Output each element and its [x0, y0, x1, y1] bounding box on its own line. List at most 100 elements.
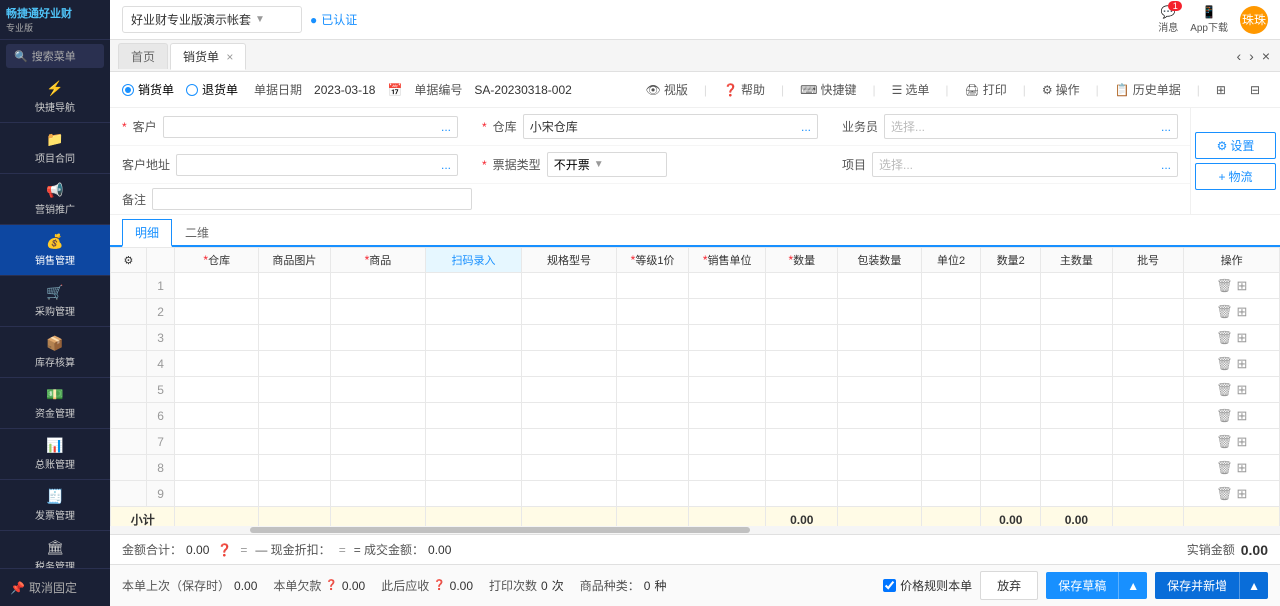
print-btn[interactable]: 🖨打印 [957, 78, 1015, 101]
row-barcode-2[interactable] [426, 299, 522, 325]
select-btn[interactable]: ☰选单 [884, 78, 938, 101]
row-delete-icon-8[interactable]: 🗑 [1216, 460, 1233, 476]
save-new-button[interactable]: 保存并新增 [1155, 572, 1239, 599]
tab-2d[interactable]: 二维 [172, 219, 222, 247]
row-delete-icon-9[interactable]: 🗑 [1216, 486, 1233, 502]
row-copy-icon-5[interactable]: ⊞ [1237, 382, 1248, 398]
sidebar-item-funds[interactable]: 💵 资金管理 [0, 378, 110, 429]
customer-dots[interactable]: ... [441, 120, 451, 134]
layout-btn-1[interactable]: ⊞ [1208, 80, 1234, 100]
help-icon-summary[interactable]: ❓ [217, 543, 232, 557]
row-product-2[interactable] [330, 299, 426, 325]
horizontal-scrollbar[interactable] [110, 526, 1280, 534]
project-dots[interactable]: ... [1161, 158, 1171, 172]
row-delete-icon-4[interactable]: 🗑 [1216, 356, 1233, 372]
row-delete-icon-7[interactable]: 🗑 [1216, 434, 1233, 450]
tab-detail[interactable]: 明细 [122, 219, 172, 247]
company-selector[interactable]: 好业财专业版演示帐套 ▼ [122, 6, 302, 33]
operations-btn[interactable]: ⚙操作 [1034, 78, 1088, 101]
addr-dots[interactable]: ... [441, 158, 451, 172]
sidebar-item-projects[interactable]: 📁 项目合同 [0, 123, 110, 174]
row-pkgqty-2 [838, 299, 922, 325]
tab-sales-order[interactable]: 销货单 × [170, 43, 246, 70]
sidebar-item-quick-nav[interactable]: ⚡ 快捷导航 [0, 72, 110, 123]
row-unit-3[interactable] [688, 325, 766, 351]
sidebar-search[interactable]: 🔍 搜索菜单 [6, 44, 104, 68]
calendar-icon[interactable]: 📅 [387, 83, 402, 97]
row-warehouse-1[interactable] [175, 273, 259, 299]
remarks-input[interactable] [152, 188, 472, 210]
row-copy-icon-7[interactable]: ⊞ [1237, 434, 1248, 450]
price-rule-check[interactable] [883, 579, 896, 592]
tab-home[interactable]: 首页 [118, 43, 168, 69]
row-warehouse-3[interactable] [175, 325, 259, 351]
row-copy-icon-3[interactable]: ⊞ [1237, 330, 1248, 346]
row-copy-icon-2[interactable]: ⊞ [1237, 304, 1248, 320]
tab-close-icon[interactable]: × [226, 50, 233, 64]
save-new-arrow-button[interactable]: ▲ [1239, 572, 1268, 599]
th-gear[interactable]: ⚙ [111, 248, 147, 273]
tab-nav-left-btn[interactable]: ‹ [1234, 46, 1243, 66]
sidebar-item-purchase[interactable]: 🛒 采购管理 [0, 276, 110, 327]
row-grade-3[interactable] [617, 325, 689, 351]
shortcut-btn[interactable]: ⌨快捷键 [792, 78, 864, 101]
row-copy-icon-6[interactable]: ⊞ [1237, 408, 1248, 424]
save-draft-arrow-button[interactable]: ▲ [1118, 572, 1147, 599]
row-qty-3[interactable] [766, 325, 838, 351]
history-btn[interactable]: 📋历史单据 [1107, 78, 1189, 101]
layout-btn-2[interactable]: ⊟ [1242, 80, 1268, 100]
staff-dots[interactable]: ... [1161, 120, 1171, 134]
addr-input[interactable]: ... [176, 154, 458, 176]
messages-btn[interactable]: 💬 消息 1 [1158, 5, 1178, 34]
row-copy-icon-8[interactable]: ⊞ [1237, 460, 1248, 476]
row-copy-icon-4[interactable]: ⊞ [1237, 356, 1248, 372]
sidebar-item-ledger[interactable]: 📊 总账管理 [0, 429, 110, 480]
scrollbar-thumb[interactable] [250, 527, 750, 533]
row-grade-2[interactable] [617, 299, 689, 325]
save-draft-button[interactable]: 保存草稿 [1046, 572, 1118, 599]
warehouse-input[interactable]: 小宋仓库 ... [523, 114, 818, 139]
radio-return-order[interactable]: 退货单 [186, 81, 238, 98]
row-warehouse-2[interactable] [175, 299, 259, 325]
row-delete-icon-6[interactable]: 🗑 [1216, 408, 1233, 424]
row-qty-1[interactable] [766, 273, 838, 299]
add-logistics-button[interactable]: + 物流 [1195, 163, 1276, 190]
row-delete-icon-2[interactable]: 🗑 [1216, 304, 1233, 320]
row-barcode-1[interactable] [426, 273, 522, 299]
row-delete-icon-5[interactable]: 🗑 [1216, 382, 1233, 398]
view-btn[interactable]: 👁视版 [638, 78, 696, 101]
invoice-select[interactable]: 不开票 ▼ [547, 152, 667, 177]
row-barcode-3[interactable] [426, 325, 522, 351]
project-input[interactable]: 选择... ... [872, 152, 1178, 177]
user-avatar[interactable]: 珠珠 [1240, 6, 1268, 34]
warehouse-dots[interactable]: ... [801, 120, 811, 134]
row-qty-2[interactable] [766, 299, 838, 325]
row-delete-icon-1[interactable]: 🗑 [1216, 278, 1233, 294]
help-icon-debt[interactable]: ❓ [325, 580, 337, 591]
row-unit-2[interactable] [688, 299, 766, 325]
radio-sales-order[interactable]: 销货单 [122, 81, 174, 98]
tab-nav-right-btn[interactable]: › [1247, 46, 1256, 66]
sidebar-pin-btn[interactable]: 📌 取消固定 [6, 575, 104, 600]
help-btn[interactable]: ❓帮助 [715, 78, 773, 101]
price-rule-checkbox[interactable]: 价格规则本单 [883, 577, 972, 594]
sidebar-item-marketing[interactable]: 📢 营销推广 [0, 174, 110, 225]
sidebar-item-invoice[interactable]: 🧾 发票管理 [0, 480, 110, 531]
row-copy-icon-9[interactable]: ⊞ [1237, 486, 1248, 502]
row-product-1[interactable] [330, 273, 426, 299]
row-product-3[interactable] [330, 325, 426, 351]
abandon-button[interactable]: 放弃 [980, 571, 1038, 600]
customer-input[interactable]: ... [163, 116, 458, 138]
row-delete-icon-3[interactable]: 🗑 [1216, 330, 1233, 346]
sidebar-item-tax[interactable]: 🏛 税务管理 [0, 531, 110, 568]
set-button[interactable]: ⚙ 设置 [1195, 132, 1276, 159]
row-copy-icon-1[interactable]: ⊞ [1237, 278, 1248, 294]
sidebar-item-sales[interactable]: 💰 销售管理 [0, 225, 110, 276]
sidebar-item-inventory[interactable]: 📦 库存核算 [0, 327, 110, 378]
staff-input[interactable]: 选择... ... [884, 114, 1178, 139]
tab-nav-close-btn[interactable]: × [1260, 46, 1272, 66]
row-grade-1[interactable] [617, 273, 689, 299]
row-unit-1[interactable] [688, 273, 766, 299]
help-icon-receive[interactable]: ❓ [433, 580, 445, 591]
app-download-btn[interactable]: 📱 App下载 [1190, 5, 1228, 34]
